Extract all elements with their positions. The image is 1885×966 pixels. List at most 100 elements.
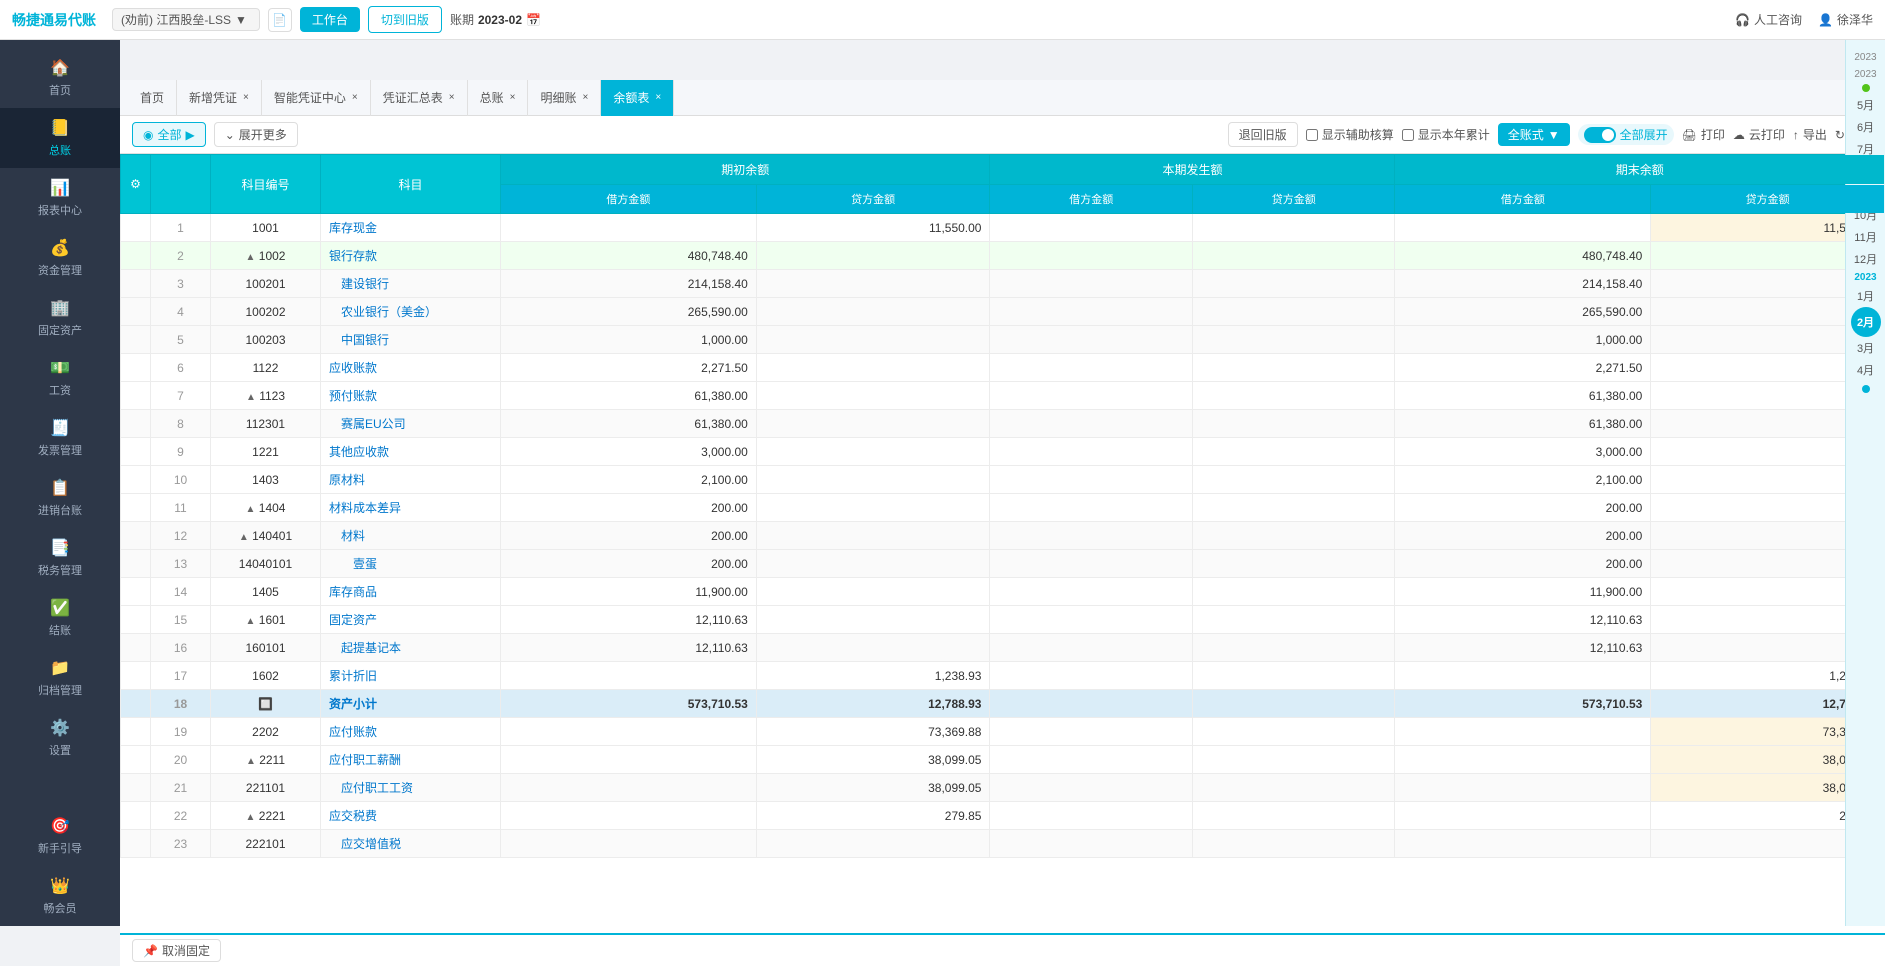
tab-smart-voucher[interactable]: 智能凭证中心 × [262, 80, 371, 116]
expand-more-button[interactable]: ⌄ 展开更多 [214, 122, 298, 147]
subject-name[interactable]: 农业银行（美金） [321, 298, 501, 326]
row-settings-icon[interactable] [121, 830, 151, 858]
row-settings-icon[interactable] [121, 774, 151, 802]
toggle-switch[interactable] [1584, 127, 1616, 143]
row-settings-icon[interactable] [121, 410, 151, 438]
row-settings-icon[interactable] [121, 214, 151, 242]
row-settings-icon[interactable] [121, 354, 151, 382]
sidebar-item-invoice[interactable]: 🧾 发票管理 [0, 408, 120, 468]
subject-name[interactable]: 应收账款 [321, 354, 501, 382]
row-settings-icon[interactable] [121, 298, 151, 326]
sidebar-item-reports[interactable]: 📊 报表中心 [0, 168, 120, 228]
subject-name[interactable]: 壹蛋 [321, 550, 501, 578]
workbench-button[interactable]: 工作台 [300, 7, 360, 32]
settings-header[interactable]: ⚙ [121, 155, 151, 214]
row-settings-icon[interactable] [121, 382, 151, 410]
row-settings-icon[interactable] [121, 662, 151, 690]
tab-general-ledger[interactable]: 总账 × [468, 80, 529, 116]
sidebar-item-salary[interactable]: 💵 工资 [0, 348, 120, 408]
rp-month-1[interactable]: 1月 [1846, 285, 1885, 307]
subject-name[interactable]: 材料成本差异 [321, 494, 501, 522]
sidebar-item-guide[interactable]: 🎯 新手引导 [0, 806, 120, 866]
subject-name[interactable]: 库存现金 [321, 214, 501, 242]
subject-name[interactable]: 应付职工薪酬 [321, 746, 501, 774]
subject-name[interactable]: 材料 [321, 522, 501, 550]
show-auxiliary-checkbox[interactable]: 显示辅助核算 [1306, 126, 1394, 143]
doc-icon[interactable]: 📄 [268, 8, 292, 32]
sidebar-item-home[interactable]: 🏠 首页 [0, 48, 120, 108]
company-selector[interactable]: (劝前) 江西股垒-LSS ▼ [112, 8, 260, 31]
row-settings-icon[interactable] [121, 606, 151, 634]
subject-name[interactable]: 应交税费 [321, 802, 501, 830]
show-ytd-checkbox[interactable]: 显示本年累计 [1402, 126, 1490, 143]
tab-new-voucher[interactable]: 新增凭证 × [177, 80, 262, 116]
subject-name[interactable]: 起提基记本 [321, 634, 501, 662]
row-settings-icon[interactable] [121, 466, 151, 494]
subject-name[interactable]: 固定资产 [321, 606, 501, 634]
sidebar-item-assets[interactable]: 🏢 固定资产 [0, 288, 120, 348]
row-settings-icon[interactable] [121, 550, 151, 578]
subject-name[interactable]: 原材料 [321, 466, 501, 494]
tab-home[interactable]: 首页 [128, 80, 177, 116]
calendar-icon[interactable]: 📅 [526, 13, 541, 27]
row-settings-icon[interactable] [121, 326, 151, 354]
row-settings-icon[interactable] [121, 690, 151, 718]
subject-name[interactable]: 应交增值税 [321, 830, 501, 858]
row-settings-icon[interactable] [121, 522, 151, 550]
balance-table-wrapper[interactable]: ⚙ 科目编号 科目 期初余额 本期发生额 期末余额 借方金额 贷方金额 借方金额… [120, 154, 1885, 933]
switch-old-button[interactable]: 切到旧版 [368, 6, 442, 33]
print-button[interactable]: 🖨 打印 [1682, 126, 1725, 143]
subject-name[interactable]: 其他应收款 [321, 438, 501, 466]
export-button[interactable]: ↑ 导出 [1793, 126, 1827, 143]
subject-name[interactable]: 累计折旧 [321, 662, 501, 690]
row-settings-icon[interactable] [121, 746, 151, 774]
row-settings-icon[interactable] [121, 270, 151, 298]
subject-name[interactable]: 资产小计 [321, 690, 501, 718]
subject-name[interactable]: 库存商品 [321, 578, 501, 606]
tab-detail-ledger[interactable]: 明细账 × [528, 80, 601, 116]
row-settings-icon[interactable] [121, 242, 151, 270]
tab-voucher-summary[interactable]: 凭证汇总表 × [371, 80, 468, 116]
subject-name[interactable]: 建设银行 [321, 270, 501, 298]
sidebar-item-settings[interactable]: ⚙️ 设置 [0, 708, 120, 768]
subject-name[interactable]: 应付账款 [321, 718, 501, 746]
rp-month-2-active[interactable]: 2月 [1851, 307, 1881, 337]
filter-all-button[interactable]: ◉ 全部 ▶ [132, 122, 206, 147]
tab-close-icon[interactable]: × [449, 92, 455, 103]
sidebar-item-archive[interactable]: 📁 归档管理 [0, 648, 120, 708]
cancel-fixed-button[interactable]: 📌 取消固定 [132, 939, 221, 962]
subject-name[interactable]: 中国银行 [321, 326, 501, 354]
rp-month-4[interactable]: 4月 [1846, 359, 1885, 381]
row-settings-icon[interactable] [121, 634, 151, 662]
consult-btn[interactable]: 🎧 人工咨询 [1735, 11, 1802, 28]
tab-close-icon[interactable]: × [655, 92, 661, 103]
expand-all-toggle[interactable]: 全部展开 [1578, 124, 1674, 145]
subject-name[interactable]: 应付职工工资 [321, 774, 501, 802]
tab-close-icon[interactable]: × [510, 92, 516, 103]
sidebar-item-sales[interactable]: 📋 进销台账 [0, 468, 120, 528]
sidebar-item-tax[interactable]: 📑 税务管理 [0, 528, 120, 588]
subject-name[interactable]: 银行存款 [321, 242, 501, 270]
subject-name[interactable]: 赛属EU公司 [321, 410, 501, 438]
tab-close-icon[interactable]: × [582, 92, 588, 103]
rp-month-12[interactable]: 12月 [1846, 248, 1885, 270]
rp-month-11[interactable]: 11月 [1846, 226, 1885, 248]
row-settings-icon[interactable] [121, 578, 151, 606]
tab-close-icon[interactable]: × [243, 92, 249, 103]
sidebar-item-ledger[interactable]: 📒 总账 [0, 108, 120, 168]
row-settings-icon[interactable] [121, 718, 151, 746]
format-button[interactable]: 全账式 ▼ [1498, 123, 1570, 146]
sidebar-item-member[interactable]: 👑 畅会员 [0, 866, 120, 926]
tab-balance-sheet[interactable]: 余额表 × [601, 80, 674, 116]
sidebar-item-settle[interactable]: ✅ 结账 [0, 588, 120, 648]
row-settings-icon[interactable] [121, 802, 151, 830]
return-old-button[interactable]: 退回旧版 [1228, 122, 1298, 147]
sidebar-item-funds[interactable]: 💰 资金管理 [0, 228, 120, 288]
subject-name[interactable]: 预付账款 [321, 382, 501, 410]
ytd-checkbox-input[interactable] [1402, 129, 1414, 141]
tab-close-icon[interactable]: × [352, 92, 358, 103]
cloud-print-button[interactable]: ☁ 云打印 [1733, 126, 1785, 143]
rp-month-3[interactable]: 3月 [1846, 337, 1885, 359]
auxiliary-checkbox-input[interactable] [1306, 129, 1318, 141]
row-settings-icon[interactable] [121, 438, 151, 466]
